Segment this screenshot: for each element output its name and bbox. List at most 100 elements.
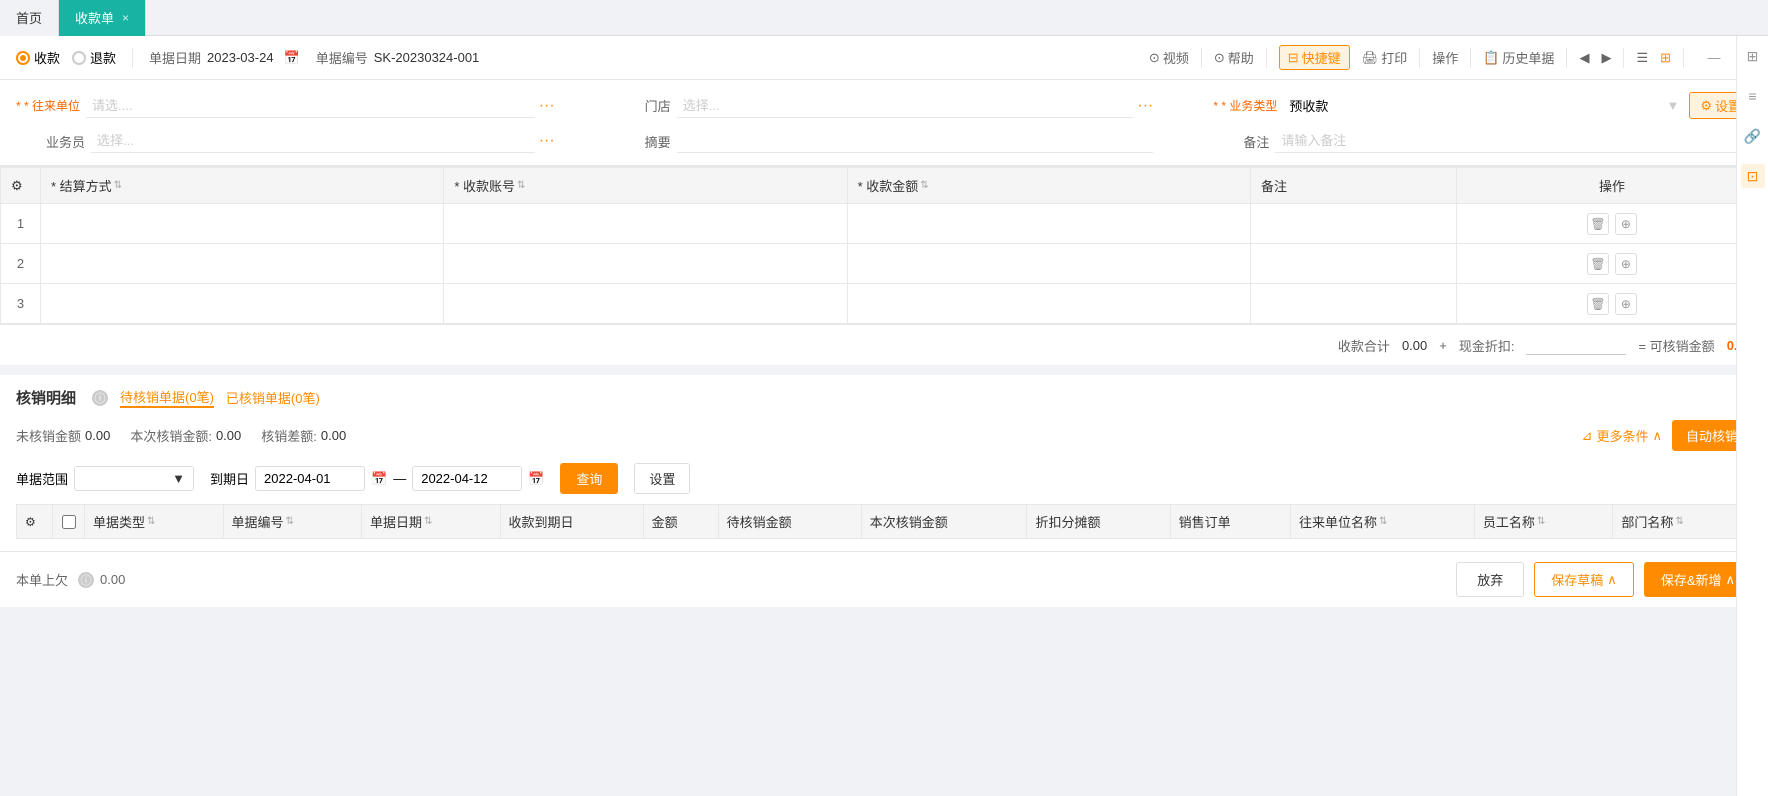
- row3-copy-icon[interactable]: ⊕: [1615, 293, 1637, 315]
- bt-th-pending-label: 待核销金额: [727, 515, 792, 530]
- next-btn[interactable]: ▶: [1601, 50, 1611, 66]
- row3-amount[interactable]: [847, 284, 1250, 324]
- row3-account[interactable]: [444, 284, 847, 324]
- bt-th-gear[interactable]: ⚙: [17, 505, 53, 539]
- bottom-amount-info-icon[interactable]: ⓘ: [78, 572, 94, 588]
- tab-home[interactable]: 首页: [0, 0, 59, 36]
- select-all-checkbox[interactable]: [62, 515, 76, 529]
- bt-th-discount-label: 折扣分摊额: [1035, 515, 1100, 530]
- tab-close-icon[interactable]: ×: [122, 11, 129, 25]
- row3-delete-icon[interactable]: 🗑: [1587, 293, 1609, 315]
- verify-settings-btn[interactable]: 设置: [634, 463, 690, 494]
- prev-btn[interactable]: ◀: [1579, 50, 1589, 66]
- date-value[interactable]: 2023-03-24: [207, 50, 274, 65]
- stats-row: 未核销金额 0.00 本次核销金额: 0.00 核销差额: 0.00 ⊿: [16, 420, 1752, 451]
- toolbar-right: ⊙ 视频 ⊙ 帮助 ⊟ 快捷键 🖨 打印: [1149, 45, 1752, 70]
- sort-doc-date-icon[interactable]: ⇅: [424, 516, 432, 527]
- layout1-btn[interactable]: ☰: [1636, 50, 1648, 66]
- shortcut-btn[interactable]: ⊟ 快捷键: [1279, 45, 1350, 70]
- abandon-btn[interactable]: 放弃: [1456, 562, 1524, 597]
- table-row: 3 🗑 ⊕: [1, 284, 1768, 324]
- calendar-icon[interactable]: 📅: [284, 50, 300, 66]
- form-row-2: 业务员 ··· 摘要 备注: [16, 129, 1752, 153]
- help-btn[interactable]: ⊙ 帮助: [1214, 48, 1254, 67]
- row3-settlement[interactable]: [41, 284, 444, 324]
- calendar-end-icon[interactable]: 📅: [528, 471, 544, 487]
- th-amount: * 收款金额 ⇅: [847, 168, 1250, 204]
- row3-remark[interactable]: [1250, 284, 1456, 324]
- row1-copy-icon[interactable]: ⊕: [1615, 213, 1637, 235]
- row2-copy-icon[interactable]: ⊕: [1615, 253, 1637, 275]
- summary-row: 收款合计 0.00 + 现金折扣: = 可核销金额 0.00: [0, 324, 1768, 365]
- save-draft-dropdown-icon[interactable]: ∧: [1607, 572, 1617, 588]
- discount-input[interactable]: [1526, 335, 1626, 355]
- date-start-input[interactable]: [255, 466, 365, 491]
- salesperson-more-btn[interactable]: ···: [539, 132, 555, 150]
- sort-employee-icon[interactable]: ⇅: [1537, 516, 1545, 527]
- sort-doc-type-icon[interactable]: ⇅: [147, 516, 155, 527]
- row2-settlement[interactable]: [41, 244, 444, 284]
- row2-account[interactable]: [444, 244, 847, 284]
- sidebar-table-icon[interactable]: ⊞: [1741, 44, 1765, 68]
- video-icon: ⊙: [1149, 50, 1160, 66]
- row1-remark[interactable]: [1250, 204, 1456, 244]
- row2-delete-icon[interactable]: 🗑: [1587, 253, 1609, 275]
- business-type-dropdown-icon[interactable]: ▼: [1666, 98, 1679, 113]
- counterpart-more-btn[interactable]: ···: [539, 97, 555, 115]
- row1-amount[interactable]: [847, 204, 1250, 244]
- store-input[interactable]: [677, 94, 1134, 118]
- video-btn[interactable]: ⊙ 视频: [1149, 48, 1189, 67]
- date-end-input[interactable]: [412, 466, 522, 491]
- verify-diff: 核销差额: 0.00: [261, 426, 346, 445]
- radio-receipt-label: 收款: [34, 48, 60, 67]
- footer-right: 放弃 保存草稿 ∧ 保存&新增 ∧: [1456, 562, 1752, 597]
- save-draft-btn[interactable]: 保存草稿 ∧: [1534, 562, 1634, 597]
- minimize-btn[interactable]: —: [1704, 48, 1724, 68]
- query-btn[interactable]: 查询: [560, 463, 618, 494]
- verify-info-icon[interactable]: ⓘ: [92, 390, 108, 406]
- number-value[interactable]: SK-20230324-001: [374, 50, 480, 65]
- calendar-start-icon[interactable]: 📅: [371, 471, 387, 487]
- radio-refund-dot: [72, 51, 86, 65]
- summary-input[interactable]: [677, 129, 1154, 153]
- bt-th-doc-no-label: 单据编号: [232, 512, 284, 531]
- tab-receipt-label: 收款单: [75, 8, 114, 27]
- row2-remark[interactable]: [1250, 244, 1456, 284]
- pending-tab[interactable]: 待核销单据(0笔): [120, 387, 214, 408]
- th-gear[interactable]: ⚙: [1, 168, 41, 204]
- range-select[interactable]: ▼: [74, 466, 194, 491]
- store-more-btn[interactable]: ···: [1137, 97, 1153, 115]
- diff-label: 核销差额:: [261, 426, 317, 445]
- sidebar-list-icon[interactable]: ≡: [1741, 84, 1765, 108]
- row1-settlement[interactable]: [41, 204, 444, 244]
- layout2-btn[interactable]: ⊞: [1660, 50, 1671, 66]
- history-btn[interactable]: 📋 历史单据: [1483, 48, 1554, 67]
- row2-amount[interactable]: [847, 244, 1250, 284]
- sort-doc-no-icon[interactable]: ⇅: [286, 516, 294, 527]
- sidebar-clip-icon[interactable]: 🔗: [1741, 124, 1765, 148]
- sort-amount-icon[interactable]: ⇅: [920, 180, 928, 191]
- summary-field: 摘要: [615, 129, 1154, 153]
- save-new-dropdown-icon[interactable]: ∧: [1725, 572, 1735, 588]
- salesperson-input[interactable]: [91, 129, 535, 153]
- sort-counterpart-icon[interactable]: ⇅: [1379, 516, 1387, 527]
- sort-dept-icon[interactable]: ⇅: [1675, 516, 1683, 527]
- row1-account[interactable]: [444, 204, 847, 244]
- radio-receipt[interactable]: 收款: [16, 48, 60, 67]
- sort-account-icon[interactable]: ⇅: [517, 180, 525, 191]
- save-new-label: 保存&新增: [1661, 570, 1722, 589]
- sort-settlement-icon[interactable]: ⇅: [114, 180, 122, 191]
- plus-sign: +: [1439, 338, 1447, 353]
- counterpart-input[interactable]: [86, 94, 535, 118]
- more-conditions-btn[interactable]: ⊿ 更多条件 ∧: [1582, 426, 1662, 445]
- remark-input[interactable]: [1275, 129, 1752, 153]
- footer-left: 本单上欠 ⓘ 0.00: [16, 570, 125, 589]
- sidebar-screen-icon[interactable]: ⊡: [1741, 164, 1765, 188]
- row1-delete-icon[interactable]: 🗑: [1587, 213, 1609, 235]
- completed-tab[interactable]: 已核销单据(0笔): [226, 388, 320, 407]
- print-btn[interactable]: 🖨 打印: [1362, 48, 1408, 67]
- tab-receipt[interactable]: 收款单 ×: [59, 0, 146, 36]
- radio-refund[interactable]: 退款: [72, 48, 116, 67]
- number-label: 单据编号: [316, 48, 368, 67]
- operation-btn[interactable]: 操作: [1432, 48, 1458, 67]
